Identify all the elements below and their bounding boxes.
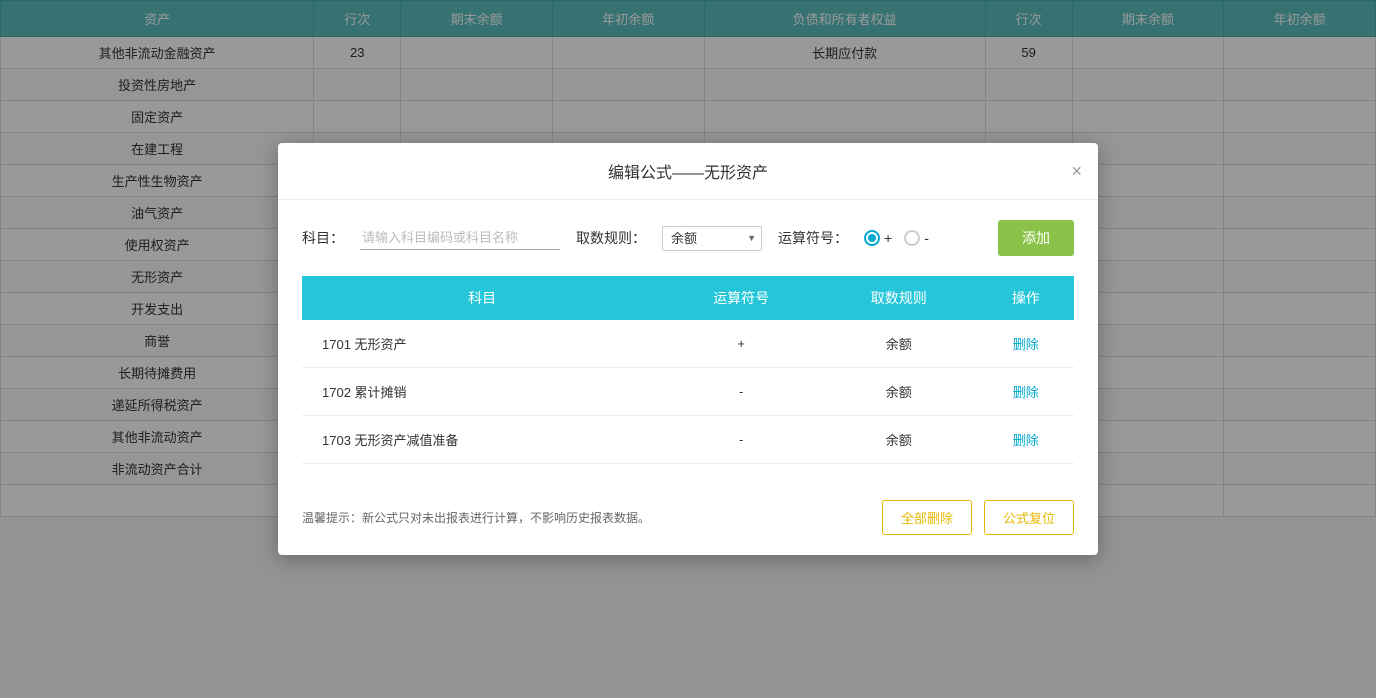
rule-select[interactable]: 余额 借方发生额 贷方发生额 — [662, 226, 762, 251]
formula-action-cell: 删除 — [978, 320, 1074, 368]
modal-header: 编辑公式——无形资产 × — [278, 143, 1098, 200]
operator-radio-group: + - — [864, 230, 929, 246]
subject-label: 科目： — [302, 228, 344, 248]
formula-operator-cell: - — [662, 368, 820, 416]
modal-dialog: 编辑公式——无形资产 × 科目： 取数规则： 余额 借方发生额 贷方发生额 运算… — [278, 143, 1098, 555]
operator-plus-label: + — [884, 230, 892, 246]
formula-table-row: 1701 无形资产+余额 删除 — [302, 320, 1074, 368]
formula-table: 科目 运算符号 取数规则 操作 1701 无形资产+余额删除1702 累计摊销-… — [302, 276, 1074, 464]
delete-row-link[interactable]: 删除 — [1013, 337, 1039, 352]
delete-row-link[interactable]: 删除 — [1013, 385, 1039, 400]
formula-rule-cell: 余额 — [820, 416, 978, 464]
col-subject: 科目 — [302, 276, 662, 320]
formula-operator-cell: + — [662, 320, 820, 368]
operator-plus-item[interactable]: + — [864, 230, 892, 246]
footer-buttons: 全部删除 公式复位 — [882, 500, 1074, 535]
modal-title: 编辑公式——无形资产 — [608, 165, 768, 182]
delete-row-link[interactable]: 删除 — [1013, 433, 1039, 448]
operator-label: 运算符号： — [778, 228, 848, 248]
modal-footer: 温馨提示：新公式只对未出报表进行计算，不影响历史报表数据。 全部删除 公式复位 — [278, 484, 1098, 555]
add-button[interactable]: 添加 — [998, 220, 1074, 256]
operator-plus-radio[interactable] — [864, 230, 880, 246]
reset-formula-button[interactable]: 公式复位 — [984, 500, 1074, 535]
rule-label: 取数规则： — [576, 228, 646, 248]
footer-tip: 温馨提示：新公式只对未出报表进行计算，不影响历史报表数据。 — [302, 509, 650, 526]
formula-action-cell: 删除 — [978, 416, 1074, 464]
col-rule: 取数规则 — [820, 276, 978, 320]
modal-body: 科目： 取数规则： 余额 借方发生额 贷方发生额 运算符号： + — [278, 200, 1098, 484]
formula-subject-cell: 1702 累计摊销 — [302, 368, 662, 416]
formula-action-cell: 删除 — [978, 368, 1074, 416]
operator-minus-item[interactable]: - — [904, 230, 929, 246]
col-action: 操作 — [978, 276, 1074, 320]
modal-overlay: 编辑公式——无形资产 × 科目： 取数规则： 余额 借方发生额 贷方发生额 运算… — [0, 0, 1376, 698]
rule-select-wrap: 余额 借方发生额 贷方发生额 — [662, 226, 762, 251]
formula-table-row: 1703 无形资产减值准备-余额 删除 — [302, 416, 1074, 464]
formula-table-header-row: 科目 运算符号 取数规则 操作 — [302, 276, 1074, 320]
formula-table-row: 1702 累计摊销-余额 删除 — [302, 368, 1074, 416]
formula-subject-cell: 1701 无形资产 — [302, 320, 662, 368]
operator-minus-radio[interactable] — [904, 230, 920, 246]
operator-minus-label: - — [924, 230, 929, 246]
delete-all-button[interactable]: 全部删除 — [882, 500, 972, 535]
formula-rule-cell: 余额 — [820, 320, 978, 368]
formula-rule-cell: 余额 — [820, 368, 978, 416]
form-row: 科目： 取数规则： 余额 借方发生额 贷方发生额 运算符号： + — [302, 220, 1074, 256]
formula-subject-cell: 1703 无形资产减值准备 — [302, 416, 662, 464]
col-operator: 运算符号 — [662, 276, 820, 320]
modal-close-button[interactable]: × — [1071, 162, 1082, 180]
formula-operator-cell: - — [662, 416, 820, 464]
subject-input[interactable] — [360, 226, 560, 250]
